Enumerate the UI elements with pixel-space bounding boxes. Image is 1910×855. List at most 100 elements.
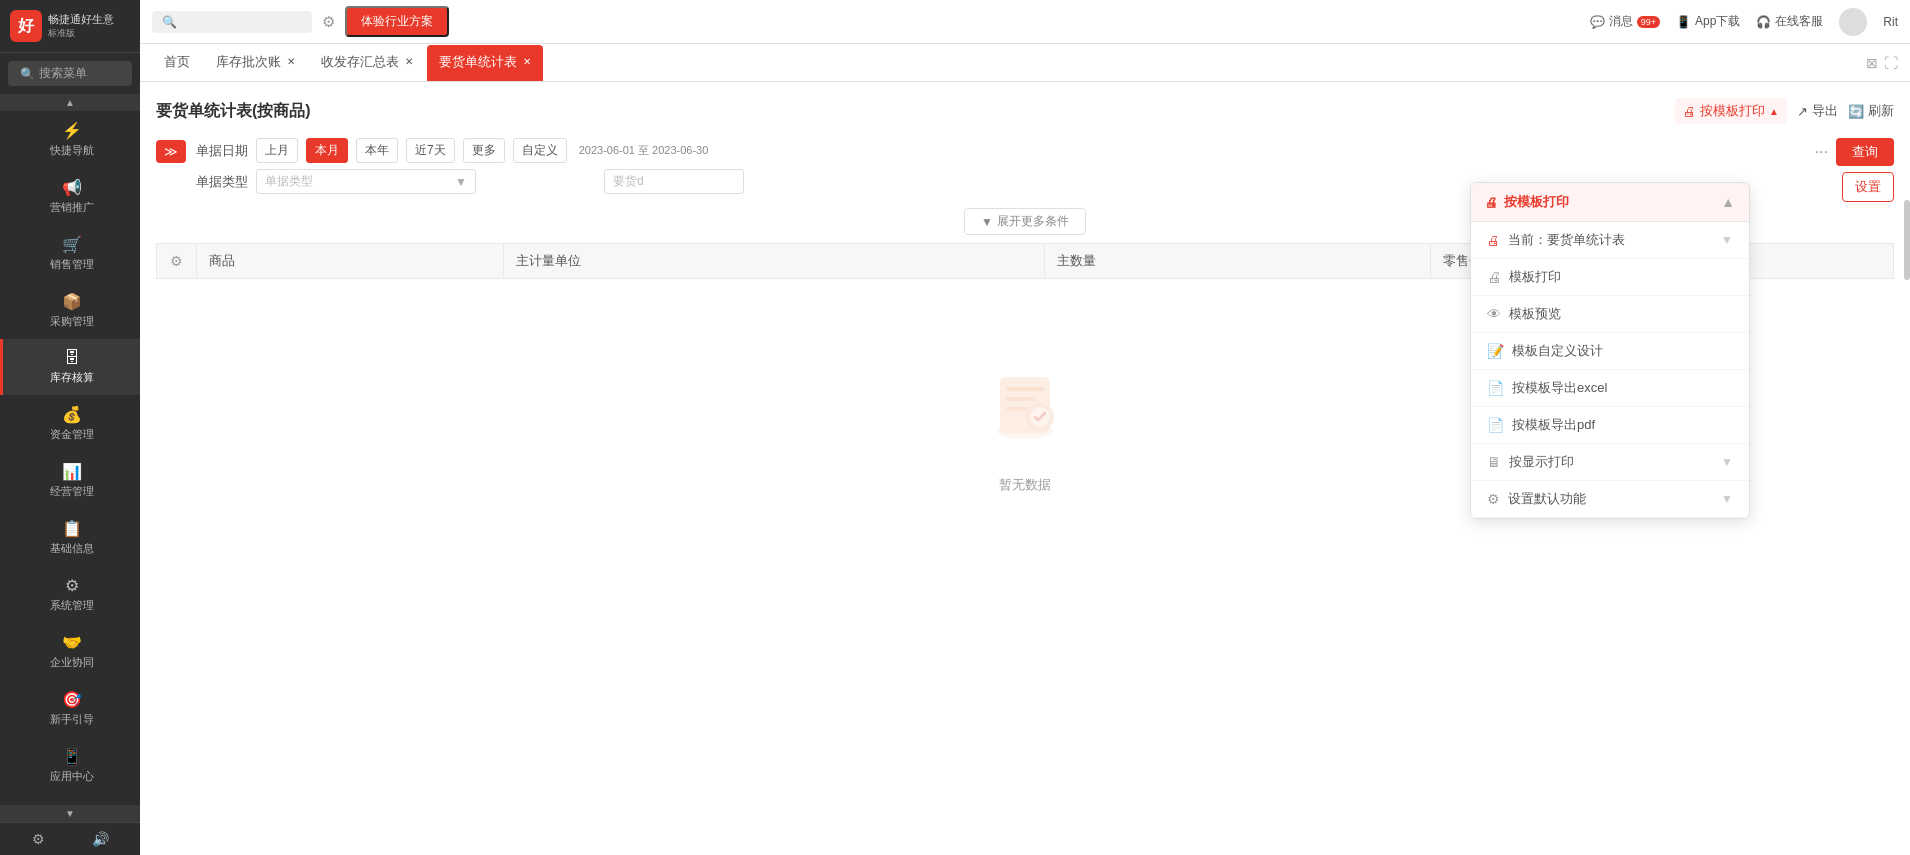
date-btn-this-year[interactable]: 本年	[356, 138, 398, 163]
sidebar-item-label: 采购管理	[50, 314, 94, 329]
dropdown-template-print[interactable]: 🖨 模板打印	[1471, 259, 1749, 296]
refresh-label: 刷新	[1868, 102, 1894, 120]
scrollbar-thumb[interactable]	[1904, 200, 1910, 280]
user-name: Rit	[1883, 15, 1898, 29]
app-center-icon: 📱	[62, 747, 82, 766]
sidebar-search[interactable]: 🔍 搜索菜单	[8, 61, 132, 86]
export-excel-icon: 📄	[1487, 380, 1504, 396]
sidebar-item-basic-info[interactable]: 📋 基础信息	[0, 509, 140, 566]
main-area: 🔍 ⚙ 体验行业方案 💬 消息 99+ 📱 App下载 🎧 在线客服 Rit	[140, 0, 1910, 855]
dropdown-export-pdf[interactable]: 📄 按模板导出pdf	[1471, 407, 1749, 444]
dropdown-export-pdf-label: 按模板导出pdf	[1512, 416, 1595, 434]
sidebar-item-label: 库存核算	[50, 370, 94, 385]
sidebar-scroll-down[interactable]: ▼	[0, 805, 140, 822]
tabs-bar: 首页 库存批次账 ✕ 收发存汇总表 ✕ 要货单统计表 ✕ ⊠ ⛶	[140, 44, 1910, 82]
sidebar-item-label: 基础信息	[50, 541, 94, 556]
industry-btn[interactable]: 体验行业方案	[345, 6, 449, 37]
tab-receipt-summary[interactable]: 收发存汇总表 ✕	[309, 45, 425, 81]
dropdown-export-excel[interactable]: 📄 按模板导出excel	[1471, 370, 1749, 407]
sidebar-logo: 好 畅捷通好生意 标准版	[0, 0, 140, 53]
query-btn[interactable]: 查询	[1836, 138, 1894, 166]
sidebar-item-system[interactable]: ⚙ 系统管理	[0, 566, 140, 623]
dropdown-header: 🖨 按模板打印 ▲	[1471, 183, 1749, 222]
tab-order-stats-close[interactable]: ✕	[523, 56, 531, 67]
message-btn[interactable]: 💬 消息 99+	[1590, 13, 1660, 30]
sidebar-item-label: 营销推广	[50, 200, 94, 215]
dropdown-template-preview[interactable]: 👁 模板预览	[1471, 296, 1749, 333]
tab-home[interactable]: 首页	[152, 45, 202, 81]
type-select[interactable]: 单据类型 ▼	[256, 169, 476, 194]
sidebar-item-app-center[interactable]: 📱 应用中心	[0, 737, 140, 794]
sidebar-scroll-up[interactable]: ▲	[0, 94, 140, 111]
table-settings-icon[interactable]: ⚙	[170, 253, 183, 269]
system-icon: ⚙	[65, 576, 79, 595]
dropdown-close-btn[interactable]: ▲	[1721, 194, 1735, 210]
export-label: 导出	[1812, 102, 1838, 120]
more-options-btn[interactable]: ···	[1815, 143, 1828, 161]
sidebar-item-cooperation[interactable]: 🤝 企业协同	[0, 623, 140, 680]
dropdown-template-print-left: 🖨 模板打印	[1487, 268, 1561, 286]
dropdown-export-excel-left: 📄 按模板导出excel	[1487, 379, 1607, 397]
table-header-settings[interactable]: ⚙	[157, 244, 197, 279]
dropdown-set-default-label: 设置默认功能	[1508, 490, 1586, 508]
topbar-gear-icon[interactable]: ⚙	[322, 13, 335, 31]
tab-expand-icon[interactable]: ⊠	[1866, 55, 1878, 71]
template-print-label: 按模板打印	[1700, 102, 1765, 120]
app-download-btn[interactable]: 📱 App下载	[1676, 13, 1740, 30]
sidebar-item-quick-nav[interactable]: ⚡ 快捷导航	[0, 111, 140, 168]
search-icon: 🔍	[20, 67, 35, 81]
tab-inventory-batch[interactable]: 库存批次账 ✕	[204, 45, 307, 81]
sidebar-item-label: 应用中心	[50, 769, 94, 784]
template-print-btn[interactable]: 🖨 按模板打印 ▲	[1675, 98, 1787, 124]
tab-inventory-batch-close[interactable]: ✕	[287, 56, 295, 67]
display-print-arrow: ▼	[1721, 455, 1733, 469]
sidebar-item-new-guide[interactable]: 🎯 新手引导	[0, 680, 140, 737]
sidebar-item-inventory[interactable]: 🗄 库存核算	[0, 339, 140, 395]
refresh-btn[interactable]: 🔄 刷新	[1848, 102, 1894, 120]
dropdown-template-custom[interactable]: 📝 模板自定义设计	[1471, 333, 1749, 370]
user-avatar[interactable]	[1839, 8, 1867, 36]
set-default-arrow: ▼	[1721, 492, 1733, 506]
table-header-goods: 商品	[197, 244, 504, 279]
tab-receipt-summary-close[interactable]: ✕	[405, 56, 413, 67]
sidebar-item-label: 企业协同	[50, 655, 94, 670]
sidebar-item-marketing[interactable]: 📢 营销推广	[0, 168, 140, 225]
svg-rect-4	[1006, 407, 1028, 411]
sales-icon: 🛒	[62, 235, 82, 254]
sidebar-item-enterprise-wechat[interactable]: 💬 企业微信	[0, 794, 140, 805]
topbar-search[interactable]: 🔍	[152, 11, 312, 33]
category-select[interactable]: 要货d	[604, 169, 744, 194]
sidebar-item-sales[interactable]: 🛒 销售管理	[0, 225, 140, 282]
tab-fullscreen-icon[interactable]: ⛶	[1884, 55, 1898, 71]
app-download-icon: 📱	[1676, 15, 1691, 29]
expand-more-btn[interactable]: ▼ 展开更多条件	[964, 208, 1086, 235]
volume-icon[interactable]: 🔊	[92, 831, 109, 847]
cooperation-icon: 🤝	[62, 633, 82, 652]
dropdown-current-item[interactable]: 🖨 当前：要货单统计表 ▼	[1471, 222, 1749, 259]
date-btn-custom[interactable]: 自定义	[513, 138, 567, 163]
sidebar-item-purchase[interactable]: 📦 采购管理	[0, 282, 140, 339]
dropdown-display-print[interactable]: 🖥 按显示打印 ▼	[1471, 444, 1749, 481]
sidebar-item-label: 新手引导	[50, 712, 94, 727]
expand-icon: ▼	[981, 215, 993, 229]
settings-bottom-icon[interactable]: ⚙	[32, 831, 45, 847]
expand-label: 展开更多条件	[997, 213, 1069, 230]
sidebar-item-operations[interactable]: 📊 经营管理	[0, 452, 140, 509]
sidebar-item-label: 快捷导航	[50, 143, 94, 158]
tab-order-stats[interactable]: 要货单统计表 ✕	[427, 45, 543, 81]
sidebar-item-finance[interactable]: 💰 资金管理	[0, 395, 140, 452]
settings-btn[interactable]: 设置	[1842, 172, 1894, 202]
online-service-label: 在线客服	[1775, 13, 1823, 30]
page: 要货单统计表(按商品) 🖨 按模板打印 ▲ ↗ 导出 🔄 刷新	[140, 82, 1910, 855]
export-btn[interactable]: ↗ 导出	[1797, 102, 1838, 120]
date-btn-7days[interactable]: 近7天	[406, 138, 455, 163]
date-btn-last-month[interactable]: 上月	[256, 138, 298, 163]
dropdown-set-default[interactable]: ⚙ 设置默认功能 ▼	[1471, 481, 1749, 518]
date-btn-this-month[interactable]: 本月	[306, 138, 348, 163]
date-btn-more[interactable]: 更多	[463, 138, 505, 163]
inventory-icon: 🗄	[64, 349, 80, 367]
online-service-btn[interactable]: 🎧 在线客服	[1756, 13, 1823, 30]
operations-icon: 📊	[62, 462, 82, 481]
topbar-right: 💬 消息 99+ 📱 App下载 🎧 在线客服 Rit	[1590, 8, 1898, 36]
filter-toggle-btn[interactable]: ≫	[156, 140, 186, 163]
